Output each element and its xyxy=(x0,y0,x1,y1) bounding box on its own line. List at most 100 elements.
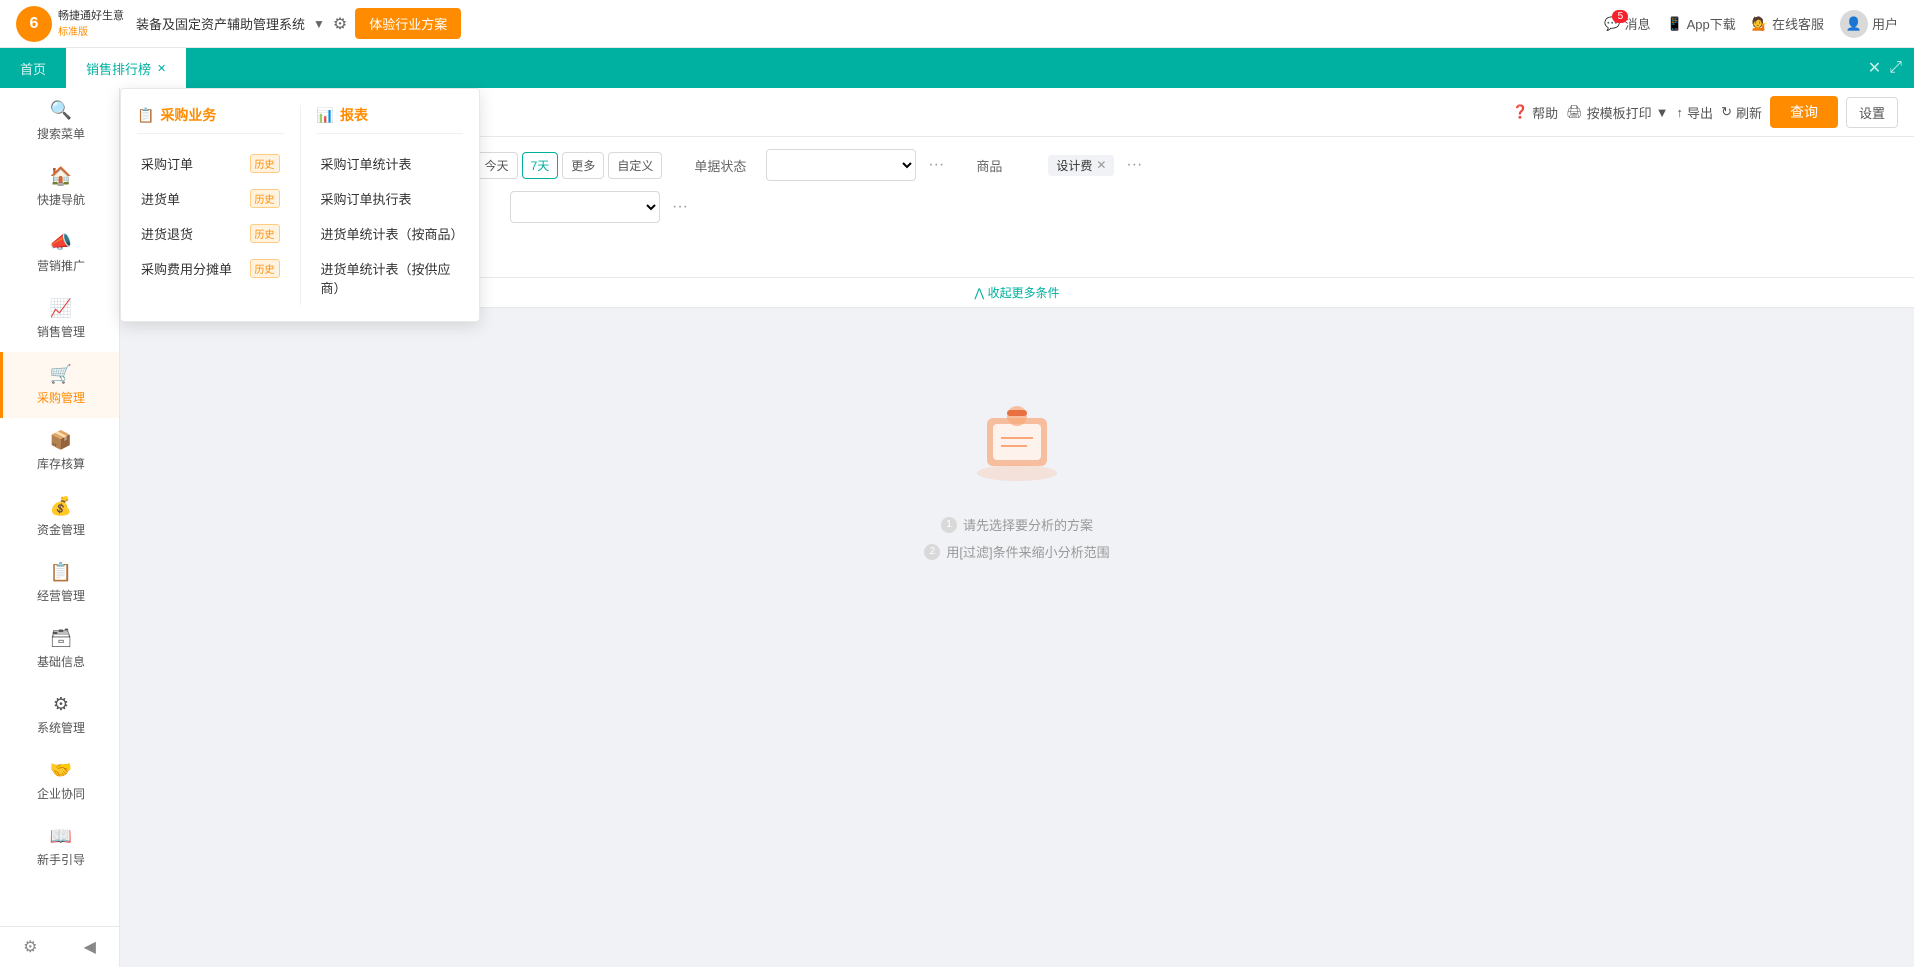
phone-icon: 📱 xyxy=(1666,16,1682,32)
tab-sales-ranking-label: 销售排行榜 xyxy=(86,59,151,78)
sidebar-item-search[interactable]: 🔍 搜索菜单 xyxy=(0,88,119,154)
tab-home-label: 首页 xyxy=(20,59,46,78)
expense-label: 采购费用分摊单 xyxy=(141,259,232,278)
logo-badge: 标准版 xyxy=(58,23,124,38)
gear-btn[interactable]: ⚙ xyxy=(333,14,347,34)
dropdown-item-inbound[interactable]: 进货单 历史 xyxy=(137,181,284,216)
search-btn[interactable]: 查询 xyxy=(1770,96,1838,128)
header-middle: 装备及固定资产辅助管理系统 ▼ ⚙ 体验行业方案 xyxy=(136,8,1604,39)
salesperson-select[interactable] xyxy=(510,191,660,223)
header-right: 💬 5 消息 📱 App下载 💁 在线客服 👤 用户 xyxy=(1604,10,1898,38)
sidebar-item-system-label: 系统管理 xyxy=(37,719,85,736)
user-menu[interactable]: 👤 用户 xyxy=(1840,10,1898,38)
empty-state: 1 请先选择要分析的方案 2 用[过滤]条件来缩小分析范围 xyxy=(120,308,1914,641)
message-label: 消息 xyxy=(1624,14,1650,33)
report-menu-icon: 📊 xyxy=(317,107,334,124)
message-btn[interactable]: 💬 5 消息 xyxy=(1604,14,1650,33)
system-title: 装备及固定资产辅助管理系统 xyxy=(136,14,305,33)
message-icon-wrapper: 💬 5 xyxy=(1604,16,1620,32)
refresh-icon: ↻ xyxy=(1721,104,1732,120)
sidebar-item-enterprise[interactable]: 🤝 企业协同 xyxy=(0,748,119,814)
purchase-icon: 🛒 xyxy=(50,364,72,385)
dropdown-item-return[interactable]: 进货退货 历史 xyxy=(137,216,284,251)
7day-btn[interactable]: 7天 xyxy=(522,152,559,179)
dropdown-item-inbound-stat-goods[interactable]: 进货单统计表（按商品） xyxy=(317,216,464,251)
user-avatar: 👤 xyxy=(1840,10,1868,38)
sidebar-item-finance[interactable]: 💰 资金管理 xyxy=(0,484,119,550)
setting-btn[interactable]: 设置 xyxy=(1846,97,1898,128)
dropdown-item-purchase-order-exec[interactable]: 采购订单执行表 xyxy=(317,181,464,216)
print-dropdown-icon: ▼ xyxy=(1656,105,1669,120)
custom-date-btn[interactable]: 自定义 xyxy=(608,152,662,179)
message-count: 5 xyxy=(1612,10,1628,23)
tab-bar: 首页 销售排行榜 ✕ ✕ ⤢ xyxy=(0,48,1914,88)
sidebar-item-inventory[interactable]: 📦 库存核算 xyxy=(0,418,119,484)
sidebar-item-basic-info[interactable]: 🗃 基础信息 xyxy=(0,616,119,682)
print-label: 按模板打印 xyxy=(1587,103,1652,122)
sidebar: 🔍 搜索菜单 🏠 快捷导航 📣 营销推广 📈 销售管理 🛒 采购管理 📦 库存核… xyxy=(0,88,120,967)
inbound-stat-supplier-label: 进货单统计表（按供应商） xyxy=(321,259,460,297)
sidebar-item-system[interactable]: ⚙ 系统管理 xyxy=(0,682,119,748)
app-download-label: App下载 xyxy=(1687,14,1736,33)
tab-sales-ranking[interactable]: 销售排行榜 ✕ xyxy=(66,48,186,88)
dropdown-item-purchase-order[interactable]: 采购订单 历史 xyxy=(137,146,284,181)
step-1-num: 1 xyxy=(941,517,957,533)
sidebar-item-search-label: 搜索菜单 xyxy=(37,125,85,142)
sales-icon: 📈 xyxy=(50,298,72,319)
tab-expand-btn[interactable]: ⤢ xyxy=(1889,59,1902,77)
sidebar-item-marketing-label: 营销推广 xyxy=(37,257,85,274)
return-label: 进货退货 xyxy=(141,224,193,243)
collapse-label: 收起更多条件 xyxy=(988,286,1060,300)
print-btn[interactable]: 🖨 按模板打印 ▼ xyxy=(1566,103,1668,122)
sidebar-settings-btn[interactable]: ⚙ xyxy=(23,937,37,957)
goods-tag-close[interactable]: ✕ xyxy=(1096,158,1106,172)
goods-tag-text: 设计费 xyxy=(1056,157,1092,174)
goods-more-btn[interactable]: ··· xyxy=(1126,156,1142,174)
tab-close-btn[interactable]: ✕ xyxy=(157,62,166,75)
sidebar-collapse-btn[interactable]: ◀ xyxy=(84,937,96,957)
sidebar-item-marketing[interactable]: 📣 营销推广 xyxy=(0,220,119,286)
dropdown-col1-title-text: 采购业务 xyxy=(160,105,216,125)
tab-home[interactable]: 首页 xyxy=(0,48,66,88)
collapse-icon: ⋀ xyxy=(974,286,984,300)
industry-btn[interactable]: 体验行业方案 xyxy=(355,8,461,39)
app-download-btn[interactable]: 📱 App下载 xyxy=(1666,14,1735,33)
voucher-status-select[interactable] xyxy=(766,149,916,181)
sidebar-item-inventory-label: 库存核算 xyxy=(37,455,85,472)
inbound-label: 进货单 xyxy=(141,189,180,208)
export-btn[interactable]: ↑ 导出 xyxy=(1677,103,1714,122)
dropdown-col2-title: 📊 报表 xyxy=(317,105,464,134)
more-date-btn[interactable]: 更多 xyxy=(562,152,604,179)
export-icon: ↑ xyxy=(1677,105,1684,120)
help-btn[interactable]: ❓ 帮助 xyxy=(1512,103,1558,122)
system-dropdown-btn[interactable]: ▼ xyxy=(313,17,325,31)
step-1-text: 请先选择要分析的方案 xyxy=(963,515,1093,534)
voucher-status-more-btn[interactable]: ··· xyxy=(928,156,944,174)
sidebar-item-sales[interactable]: 📈 销售管理 xyxy=(0,286,119,352)
sidebar-item-purchase[interactable]: 🛒 采购管理 xyxy=(0,352,119,418)
basic-info-icon: 🗃 xyxy=(50,628,73,649)
sidebar-item-basic-info-label: 基础信息 xyxy=(37,653,85,670)
finance-icon: 💰 xyxy=(50,496,72,517)
refresh-btn[interactable]: ↻ 刷新 xyxy=(1721,103,1762,122)
dropdown-item-inbound-stat-supplier[interactable]: 进货单统计表（按供应商） xyxy=(317,251,464,305)
service-icon: 💁 xyxy=(1752,16,1768,32)
logo-text-area: 畅捷通好生意 标准版 xyxy=(58,9,124,38)
tab-close-all-btn[interactable]: ✕ xyxy=(1868,58,1881,78)
inbound-history: 历史 xyxy=(250,189,280,208)
sidebar-item-operations[interactable]: 📋 经营管理 xyxy=(0,550,119,616)
dropdown-item-expense[interactable]: 采购费用分摊单 历史 xyxy=(137,251,284,286)
today-btn[interactable]: 今天 xyxy=(476,152,518,179)
dropdown-item-purchase-order-stat[interactable]: 采购订单统计表 xyxy=(317,146,464,181)
sidebar-item-enterprise-label: 企业协同 xyxy=(37,785,85,802)
sidebar-item-quick-nav[interactable]: 🏠 快捷导航 xyxy=(0,154,119,220)
dropdown-col1-title: 📋 采购业务 xyxy=(137,105,284,134)
search-icon: 🔍 xyxy=(50,100,72,121)
online-service-btn[interactable]: 💁 在线客服 xyxy=(1752,14,1824,33)
salesperson-more-btn[interactable]: ··· xyxy=(672,198,688,216)
refresh-label: 刷新 xyxy=(1736,103,1762,122)
voucher-status-select-wrapper xyxy=(766,149,916,181)
sidebar-item-guide[interactable]: 📖 新手引导 xyxy=(0,814,119,880)
salesperson-select-wrapper xyxy=(510,191,660,223)
guide-icon: 📖 xyxy=(50,826,72,847)
